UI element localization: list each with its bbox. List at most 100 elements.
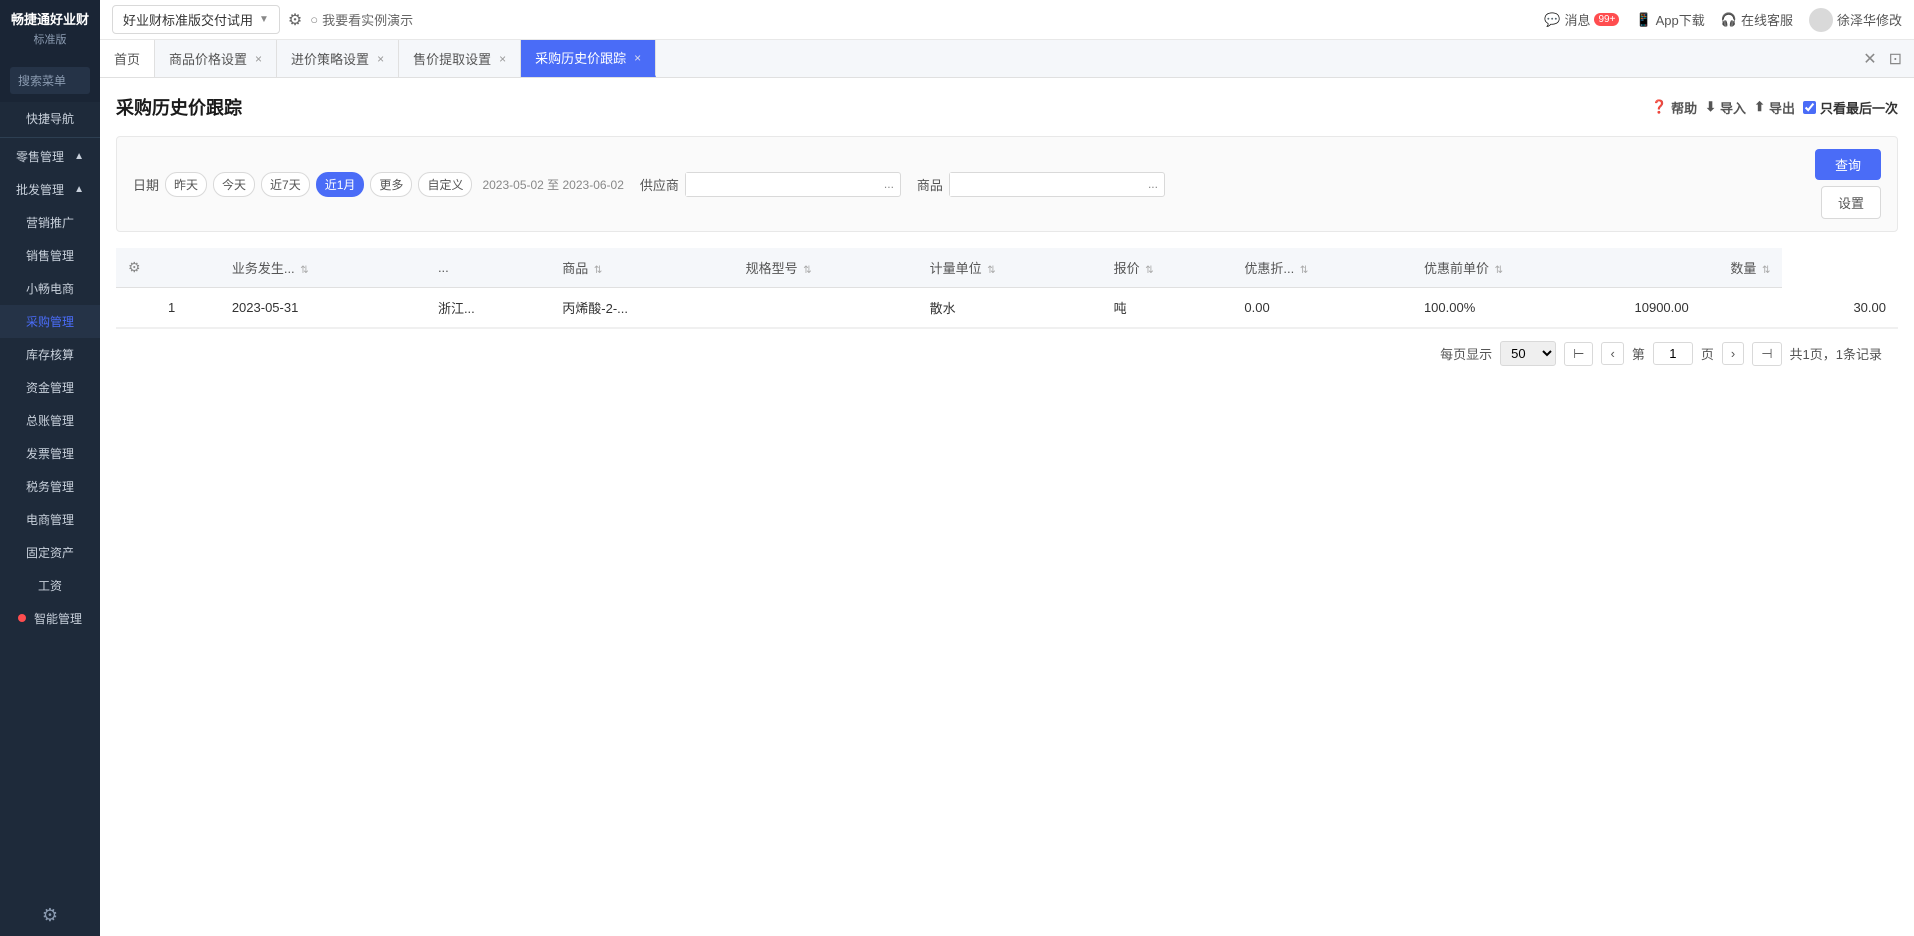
date-filter: 日期 昨天 今天 近7天 近1月 更多 自定义 2023-05-02 至 202…: [133, 172, 624, 197]
col-header-spec[interactable]: 规格型号 ⇅: [734, 248, 918, 288]
table-row: 1 2023-05-31 浙江... 丙烯酸-2-... 散水 吨 0.00 1…: [116, 288, 1898, 328]
sidebar-item-marketing[interactable]: 营销推广: [0, 206, 100, 239]
help-button[interactable]: ❓ 帮助: [1651, 98, 1697, 117]
tab-home-label: 首页: [114, 49, 140, 68]
sidebar-item-ecommerce[interactable]: 电商管理: [0, 503, 100, 536]
pagination-prev-button[interactable]: ‹: [1601, 342, 1623, 365]
col-header-more[interactable]: ...: [426, 248, 550, 288]
row-settings-cell: [116, 288, 156, 328]
col-header-goods[interactable]: 商品 ⇅: [550, 248, 733, 288]
col-header-price[interactable]: 报价 ⇅: [1102, 248, 1233, 288]
sidebar-item-retail[interactable]: 零售管理 ▲: [0, 140, 100, 173]
date-btn-more[interactable]: 更多: [370, 172, 412, 197]
wholesale-label: 批发管理: [16, 181, 64, 198]
sidebar-item-wholesale[interactable]: 批发管理 ▲: [0, 173, 100, 206]
tab-price-setting[interactable]: 商品价格设置 ×: [155, 40, 277, 77]
supplier-more-icon[interactable]: ...: [878, 173, 900, 195]
col-goods-label: 商品: [562, 261, 588, 276]
invoice-label: 发票管理: [26, 445, 74, 462]
tab-purchase-strategy[interactable]: 进价策略设置 ×: [277, 40, 399, 77]
app-download-button[interactable]: 📱 App下载: [1635, 10, 1704, 29]
col-quantity-label: 数量: [1730, 261, 1756, 276]
sidebar-item-ledger[interactable]: 总账管理: [0, 404, 100, 437]
purchase-label: 采购管理: [26, 313, 74, 330]
row-price-unit-cell: 吨: [1102, 288, 1233, 328]
col-spec-label: 规格型号: [746, 261, 798, 276]
filter-settings-button[interactable]: 设置: [1821, 186, 1881, 219]
quick-nav-label: 快捷导航: [26, 110, 74, 127]
logo-sub: 标准版: [8, 31, 92, 47]
import-button[interactable]: ⬇ 导入: [1705, 98, 1746, 117]
only-last-checkbox[interactable]: [1803, 101, 1816, 114]
sidebar-bottom-settings-icon[interactable]: ⚙: [42, 905, 58, 925]
messages-button[interactable]: 💬 消息 99+: [1544, 10, 1619, 29]
row-supplier-cell: 浙江...: [426, 288, 550, 328]
table-settings-gear-icon[interactable]: ⚙: [128, 259, 141, 275]
row-quantity-cell: 30.00: [1782, 288, 1898, 328]
search-menu-button[interactable]: 搜索菜单: [10, 67, 90, 94]
tab-history-price[interactable]: 采购历史价跟踪 ×: [521, 40, 656, 77]
sidebar-item-assets[interactable]: 固定资产: [0, 536, 100, 569]
sidebar-divider-1: [0, 137, 100, 138]
tab-close-window-button[interactable]: ✕: [1859, 47, 1880, 71]
message-icon: 💬: [1544, 12, 1560, 28]
date-btn-7days[interactable]: 近7天: [261, 172, 310, 197]
marketing-label: 营销推广: [26, 214, 74, 231]
tab-sale-price[interactable]: 售价提取设置 ×: [399, 40, 521, 77]
filter-right-buttons: 查询 设置: [1815, 149, 1881, 219]
sidebar-item-salary[interactable]: 工资: [0, 569, 100, 602]
tab-purchase-strategy-close-icon[interactable]: ×: [377, 52, 384, 66]
col-header-discount[interactable]: 优惠折... ⇅: [1232, 248, 1412, 288]
goods-more-icon[interactable]: ...: [1142, 173, 1164, 195]
col-header-unit[interactable]: 计量单位 ⇅: [918, 248, 1102, 288]
per-page-select[interactable]: 50 10 20 100: [1500, 341, 1556, 366]
app-download-icon: 📱: [1635, 12, 1651, 28]
sidebar-item-smart[interactable]: 智能管理: [0, 602, 100, 635]
sidebar-item-ecommerce-small[interactable]: 小畅电商: [0, 272, 100, 305]
goods-input[interactable]: [950, 173, 1142, 196]
sidebar-item-tax[interactable]: 税务管理: [0, 470, 100, 503]
pagination-page-input[interactable]: [1653, 342, 1693, 365]
pagination-last-button[interactable]: ⊣: [1752, 342, 1781, 366]
sidebar-item-sales[interactable]: 销售管理: [0, 239, 100, 272]
sidebar-bottom: ⚙: [0, 895, 100, 936]
col-discount-sort-icon: ⇅: [1300, 265, 1308, 276]
messages-label: 消息: [1564, 10, 1590, 29]
query-button[interactable]: 查询: [1815, 149, 1881, 180]
tab-home[interactable]: 首页: [100, 40, 155, 77]
tab-maximize-button[interactable]: ⊡: [1885, 47, 1906, 71]
sidebar-item-finance[interactable]: 资金管理: [0, 371, 100, 404]
date-btn-1month[interactable]: 近1月: [316, 172, 365, 197]
col-header-date[interactable]: 业务发生... ⇅: [220, 248, 426, 288]
tab-sale-price-close-icon[interactable]: ×: [499, 52, 506, 66]
topbar-settings-icon[interactable]: ⚙: [288, 10, 302, 30]
sidebar-logo[interactable]: 畅捷通好业财 标准版: [0, 0, 100, 59]
table-body: 1 2023-05-31 浙江... 丙烯酸-2-... 散水 吨 0.00 1…: [116, 288, 1898, 328]
sidebar-item-inventory[interactable]: 库存核算: [0, 338, 100, 371]
sidebar-item-purchase[interactable]: 采购管理: [0, 305, 100, 338]
date-filter-label: 日期: [133, 175, 159, 194]
pagination-next-button[interactable]: ›: [1722, 342, 1744, 365]
demo-link-label: 我要看实例演示: [322, 10, 413, 29]
version-selector[interactable]: 好业财标准版交付试用 ▼: [112, 5, 280, 34]
row-date-cell: 2023-05-31: [220, 288, 426, 328]
supplier-input[interactable]: [686, 173, 878, 196]
col-header-settings[interactable]: ⚙: [116, 248, 156, 288]
sidebar-item-invoice[interactable]: 发票管理: [0, 437, 100, 470]
online-support-button[interactable]: 🎧 在线客服: [1721, 10, 1793, 29]
sidebar-item-quick-nav[interactable]: 快捷导航: [0, 102, 100, 135]
pagination-first-button[interactable]: ⊢: [1564, 342, 1593, 366]
only-last-checkbox-label: 只看最后一次: [1803, 98, 1898, 117]
date-btn-today[interactable]: 今天: [213, 172, 255, 197]
demo-link[interactable]: ○ 我要看实例演示: [310, 10, 413, 29]
date-btn-custom[interactable]: 自定义: [418, 172, 472, 197]
tab-price-setting-close-icon[interactable]: ×: [255, 52, 262, 66]
col-header-pre-discount-price[interactable]: 优惠前单价 ⇅: [1412, 248, 1623, 288]
col-header-quantity[interactable]: 数量 ⇅: [1623, 248, 1783, 288]
user-menu[interactable]: 徐泽华修改: [1809, 8, 1902, 32]
date-btn-yesterday[interactable]: 昨天: [165, 172, 207, 197]
export-button[interactable]: ⬆ 导出: [1754, 98, 1795, 117]
row-discount-cell: 100.00%: [1412, 288, 1623, 328]
tabbar: 首页 商品价格设置 × 进价策略设置 × 售价提取设置 × 采购历史价跟踪 × …: [100, 40, 1914, 78]
tab-history-price-close-icon[interactable]: ×: [634, 51, 641, 65]
